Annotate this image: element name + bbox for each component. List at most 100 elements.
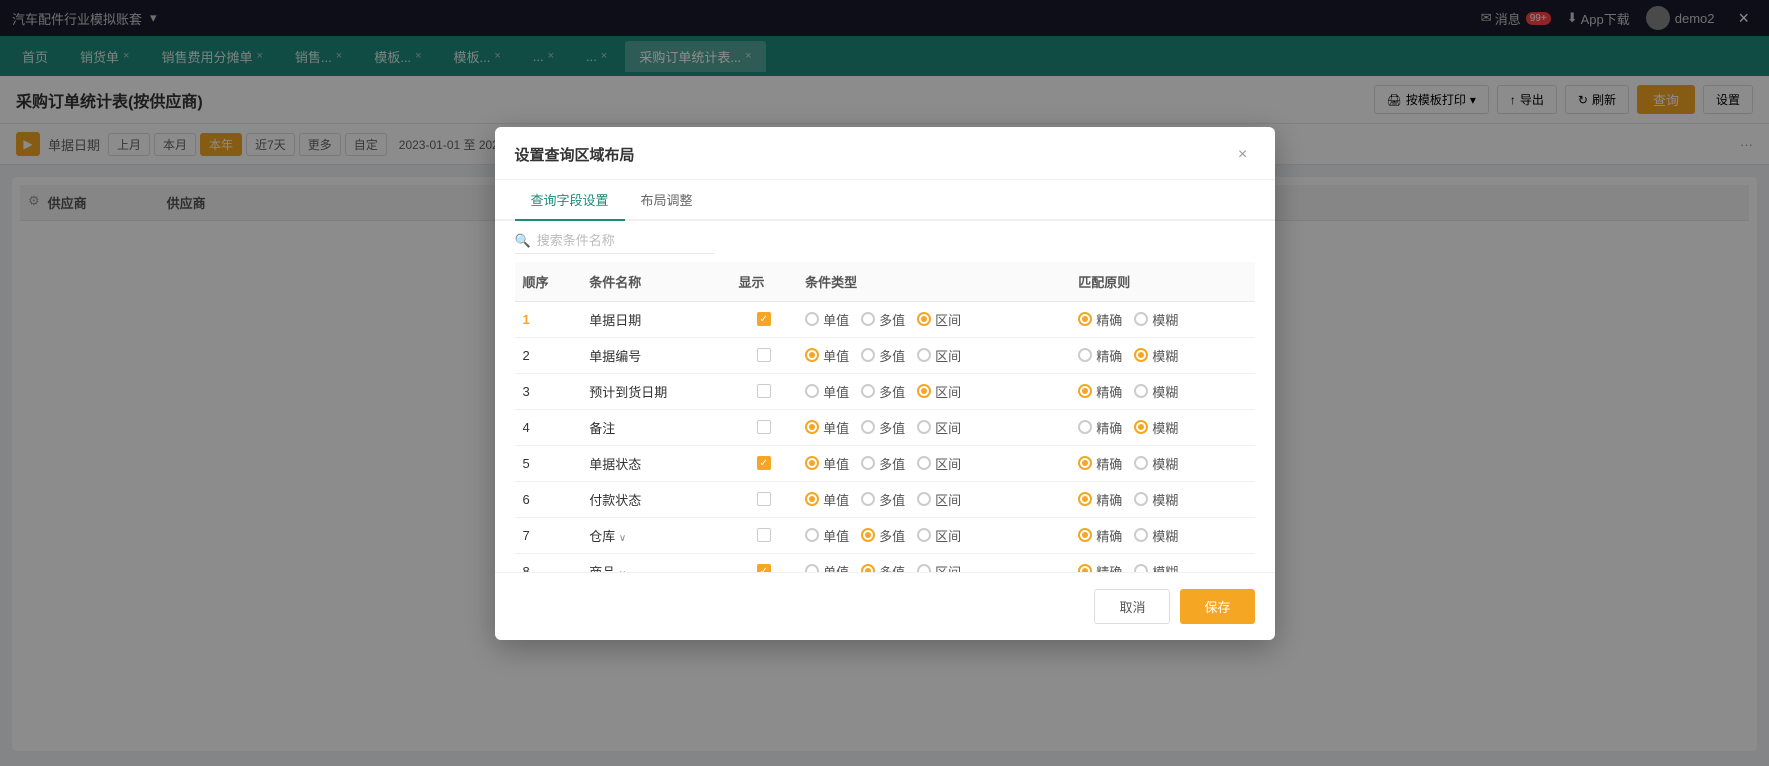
row-name: 单据编号 (581, 337, 730, 373)
type-radio-多值[interactable]: 多值 (861, 454, 905, 473)
row-order: 6 (515, 481, 582, 517)
match-radio-group: 精确模糊 (1078, 490, 1246, 509)
modal-tab-layout-adjust[interactable]: 布局调整 (625, 180, 709, 221)
type-radio-单值[interactable]: 单值 (805, 562, 849, 572)
row-match-cell: 精确模糊 (1070, 409, 1254, 445)
modal-header: 设置查询区域布局 × (495, 127, 1275, 180)
row-checkbox-cell (730, 409, 797, 445)
row-type-cell: 单值多值区间 (797, 481, 1070, 517)
match-radio-模糊[interactable]: 模糊 (1134, 418, 1178, 437)
row-checkbox[interactable]: ✓ (757, 312, 771, 326)
match-radio-group: 精确模糊 (1078, 526, 1246, 545)
row-match-cell: 精确 模糊 (1070, 553, 1254, 572)
modal-search-area: 🔍 (495, 221, 1275, 262)
match-radio-group: 精确模糊 (1078, 454, 1246, 473)
match-radio-模糊[interactable]: 模糊 (1134, 346, 1178, 365)
type-radio-多值[interactable]: 多值 (861, 562, 905, 572)
type-radio-单值[interactable]: 单值 (805, 526, 849, 545)
match-radio-精确[interactable]: 精确 (1078, 454, 1122, 473)
row-order: 7 (515, 517, 582, 553)
modal-tab-layout-adjust-label: 布局调整 (641, 193, 693, 208)
match-radio-模糊[interactable]: 模糊 (1134, 310, 1178, 329)
modal-tabs: 查询字段设置 布局调整 (495, 180, 1275, 221)
th-match: 匹配原则 (1070, 262, 1254, 302)
match-radio-模糊[interactable]: 模糊 (1134, 454, 1178, 473)
type-radio-单值[interactable]: 单值 (805, 310, 849, 329)
type-radio-多值[interactable]: 多值 (861, 310, 905, 329)
type-radio-多值[interactable]: 多值 (861, 346, 905, 365)
type-radio-group: 单值多值区间 (805, 454, 1062, 473)
row-checkbox[interactable]: ✓ (757, 564, 771, 572)
table-row: 7仓库 ∨ 单值多值区间 精确模糊 (515, 517, 1255, 553)
row-checkbox[interactable] (757, 420, 771, 434)
modal-table-header-row: 顺序 条件名称 显示 条件类型 匹配原则 (515, 262, 1255, 302)
modal-title: 设置查询区域布局 (515, 144, 635, 165)
type-radio-group: 单值多值区间 (805, 418, 1062, 437)
row-name: 单据状态 (581, 445, 730, 481)
row-checkbox[interactable] (757, 528, 771, 542)
match-radio-精确[interactable]: 精确 (1078, 418, 1122, 437)
search-box: 🔍 (515, 233, 715, 254)
type-radio-区间[interactable]: 区间 (917, 562, 961, 572)
type-radio-多值[interactable]: 多值 (861, 418, 905, 437)
match-radio-精确[interactable]: 精确 (1078, 562, 1122, 572)
match-radio-精确[interactable]: 精确 (1078, 310, 1122, 329)
row-order: 2 (515, 337, 582, 373)
type-radio-区间[interactable]: 区间 (917, 346, 961, 365)
row-name: 单据日期 (581, 301, 730, 337)
type-radio-单值[interactable]: 单值 (805, 454, 849, 473)
modal-close-button[interactable]: × (1231, 143, 1255, 167)
type-radio-多值[interactable]: 多值 (861, 526, 905, 545)
th-type: 条件类型 (797, 262, 1070, 302)
type-radio-区间[interactable]: 区间 (917, 526, 961, 545)
modal-table-scroll: 顺序 条件名称 显示 条件类型 匹配原则 1单据日期✓单值多值区间精确模糊2单据… (515, 262, 1255, 572)
type-radio-多值[interactable]: 多值 (861, 382, 905, 401)
type-radio-多值[interactable]: 多值 (861, 490, 905, 509)
type-radio-区间[interactable]: 区间 (917, 454, 961, 473)
row-match-cell: 精确模糊 (1070, 337, 1254, 373)
match-radio-模糊[interactable]: 模糊 (1134, 382, 1178, 401)
row-checkbox-cell (730, 481, 797, 517)
modal-table-head: 顺序 条件名称 显示 条件类型 匹配原则 (515, 262, 1255, 302)
type-radio-单值[interactable]: 单值 (805, 382, 849, 401)
row-type-cell: 单值多值区间 (797, 373, 1070, 409)
match-radio-模糊[interactable]: 模糊 (1134, 526, 1178, 545)
type-radio-区间[interactable]: 区间 (917, 418, 961, 437)
modal-tab-query-fields[interactable]: 查询字段设置 (515, 180, 625, 221)
type-radio-单值[interactable]: 单值 (805, 418, 849, 437)
search-input[interactable] (537, 233, 715, 248)
row-checkbox[interactable] (757, 492, 771, 506)
type-radio-区间[interactable]: 区间 (917, 490, 961, 509)
row-name: 付款状态 (581, 481, 730, 517)
row-checkbox-cell (730, 373, 797, 409)
row-checkbox-cell: ✓ (730, 553, 797, 572)
match-radio-模糊[interactable]: 模糊 (1134, 490, 1178, 509)
row-type-cell: 单值多值区间 (797, 409, 1070, 445)
match-radio-精确[interactable]: 精确 (1078, 346, 1122, 365)
type-radio-区间[interactable]: 区间 (917, 310, 961, 329)
row-name: 备注 (581, 409, 730, 445)
save-button[interactable]: 保存 (1180, 589, 1254, 624)
match-radio-精确[interactable]: 精确 (1078, 490, 1122, 509)
cancel-button[interactable]: 取消 (1094, 589, 1170, 624)
close-icon: × (1238, 146, 1247, 164)
type-radio-单值[interactable]: 单值 (805, 346, 849, 365)
modal-table-body: 1单据日期✓单值多值区间精确模糊2单据编号单值多值区间精确模糊3预计到货日期单值… (515, 301, 1255, 572)
type-radio-单值[interactable]: 单值 (805, 490, 849, 509)
match-radio-精确[interactable]: 精确 (1078, 382, 1122, 401)
row-type-cell: 单值多值区间 (797, 337, 1070, 373)
modal-tab-query-fields-label: 查询字段设置 (531, 193, 609, 208)
row-checkbox[interactable]: ✓ (757, 456, 771, 470)
type-radio-区间[interactable]: 区间 (917, 382, 961, 401)
th-order: 顺序 (515, 262, 582, 302)
match-radio-group: 精确模糊 (1078, 418, 1246, 437)
type-radio-group: 单值多值区间 (805, 490, 1062, 509)
match-radio-模糊[interactable]: 模糊 (1134, 562, 1178, 572)
row-checkbox[interactable] (757, 348, 771, 362)
row-name: 仓库 ∨ (581, 517, 730, 553)
row-match-cell: 精确模糊 (1070, 445, 1254, 481)
row-checkbox[interactable] (757, 384, 771, 398)
match-radio-精确[interactable]: 精确 (1078, 526, 1122, 545)
th-display: 显示 (730, 262, 797, 302)
type-radio-group: 单值多值区间 (805, 382, 1062, 401)
